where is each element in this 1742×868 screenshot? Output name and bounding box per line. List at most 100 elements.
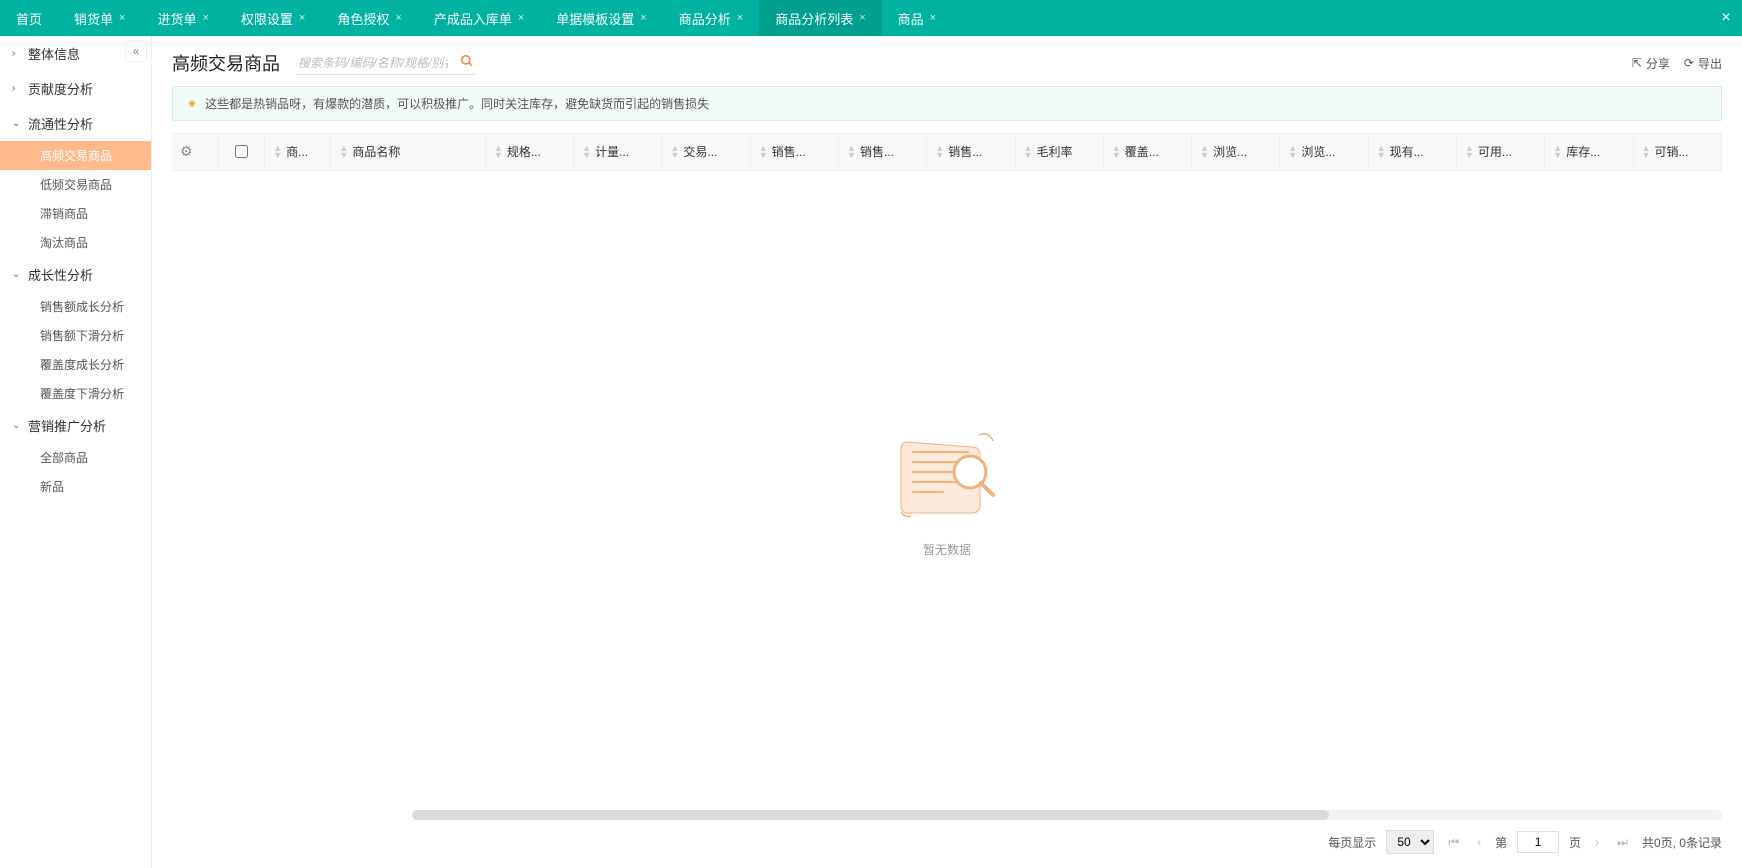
last-page-button[interactable]: ⏭ — [1613, 835, 1632, 850]
th-col[interactable]: ▲▼销售... — [927, 134, 1015, 170]
sidebar-item-coverage-growth[interactable]: 覆盖度成长分析 — [0, 350, 151, 379]
tab-purchase-order[interactable]: 进货单 × — [141, 0, 224, 36]
content-area: 高频交易商品 ⇱ 分享 ⟳ 导出 ✷ 这些都是热销品呀，有爆款的潜质， — [152, 36, 1742, 868]
sort-icon: ▲▼ — [1200, 145, 1209, 159]
sort-icon: ▲▼ — [1553, 145, 1562, 159]
close-icon[interactable]: × — [299, 12, 305, 24]
scrollbar-thumb[interactable] — [412, 810, 1329, 820]
th-label: 可用... — [1478, 143, 1512, 160]
select-all-checkbox[interactable] — [235, 145, 248, 158]
chevron-down-icon: ⌄ — [12, 269, 22, 280]
sort-icon: ▲▼ — [1377, 145, 1386, 159]
sort-icon: ▲▼ — [582, 145, 591, 159]
tab-product[interactable]: 商品 × — [882, 0, 952, 36]
tab-label: 首页 — [16, 9, 42, 28]
gear-icon[interactable]: ⚙ — [180, 143, 193, 160]
search-icon[interactable] — [460, 54, 474, 71]
close-icon[interactable]: × — [119, 12, 125, 24]
sidebar-group-contribution[interactable]: ›贡献度分析 — [0, 71, 151, 106]
th-label: 现有... — [1390, 143, 1424, 160]
th-label: 库存... — [1566, 143, 1600, 160]
th-label: 可销... — [1654, 143, 1688, 160]
next-page-button[interactable]: › — [1591, 835, 1603, 849]
th-settings: ⚙ — [172, 134, 218, 170]
th-col[interactable]: ▲▼浏览... — [1280, 134, 1368, 170]
pagination-bar: 每页显示 50 ⏮ ‹ 第 页 › ⏭ 共0页, 0条记录 — [152, 820, 1742, 868]
th-col[interactable]: ▲▼可用... — [1456, 134, 1544, 170]
th-col[interactable]: ▲▼毛利率 — [1015, 134, 1103, 170]
sidebar-item-high-freq[interactable]: 高频交易商品 — [0, 141, 151, 170]
sidebar-group-label: 贡献度分析 — [28, 79, 93, 98]
sidebar-item-slow-moving[interactable]: 滞销商品 — [0, 199, 151, 228]
th-col[interactable]: ▲▼商品名称 — [331, 134, 486, 170]
horizontal-scrollbar[interactable] — [412, 810, 1722, 820]
sidebar-item-sales-growth[interactable]: 销售额成长分析 — [0, 292, 151, 321]
sidebar-collapse-button[interactable]: « — [125, 40, 147, 62]
close-icon[interactable]: × — [518, 12, 524, 24]
close-icon[interactable]: × — [395, 12, 401, 24]
close-all-icon[interactable]: × — [1710, 0, 1742, 36]
th-col[interactable]: ▲▼ 覆盖... — [1103, 134, 1191, 170]
th-col[interactable]: ▲▼ 浏览... — [1192, 134, 1280, 170]
export-button[interactable]: ⟳ 导出 — [1684, 55, 1722, 72]
sidebar-item-obsolete[interactable]: 淘汰商品 — [0, 228, 151, 257]
tab-template-settings[interactable]: 单据模板设置× — [540, 0, 662, 36]
sort-icon: ▲▼ — [759, 145, 768, 159]
tab-product-analysis-list[interactable]: 商品分析列表 × — [759, 0, 881, 36]
sidebar-group-growth[interactable]: ⌄ 成长性分析 — [0, 257, 151, 292]
sidebar-item-low-freq[interactable]: 低频交易商品 — [0, 170, 151, 199]
th-col[interactable]: ▲▼计量... — [574, 134, 662, 170]
tab-finished-goods[interactable]: 产成品入库单× — [418, 0, 540, 36]
tab-sales-order[interactable]: 销货单× — [58, 0, 141, 36]
th-label: 销售... — [948, 143, 982, 160]
chevron-right-icon: › — [12, 48, 22, 59]
th-col[interactable]: ▲▼ 现有... — [1368, 134, 1456, 170]
top-tab-bar: 首页 销货单× 进货单 × 权限设置× 角色授权× 产成品入库单× 单据模板设置×… — [0, 0, 1742, 36]
tab-product-analysis[interactable]: 商品分析× — [663, 0, 759, 36]
tip-banner: ✷ 这些都是热销品呀，有爆款的潜质，可以积极推广。同时关注库存，避免缺货而引起的… — [172, 86, 1722, 121]
search-input[interactable] — [296, 52, 476, 75]
per-page-select[interactable]: 50 — [1386, 830, 1434, 854]
tab-role-auth[interactable]: 角色授权× — [321, 0, 417, 36]
th-col[interactable]: ▲▼可销... — [1633, 134, 1721, 170]
first-page-button[interactable]: ⏮ — [1444, 835, 1463, 850]
tab-label: 商品分析列表 — [775, 9, 853, 28]
sidebar-group-label: 成长性分析 — [28, 265, 93, 284]
th-label: 覆盖... — [1125, 143, 1159, 160]
tab-permission-settings[interactable]: 权限设置× — [225, 0, 321, 36]
export-label: 导出 — [1698, 55, 1722, 72]
sidebar-group-liquidity[interactable]: ⌄流通性分析 — [0, 106, 151, 141]
per-page-label: 每页显示 — [1328, 834, 1376, 851]
prev-page-button[interactable]: ‹ — [1473, 835, 1485, 849]
share-button[interactable]: ⇱ 分享 — [1632, 55, 1670, 72]
sidebar-item-new-products[interactable]: 新品 — [0, 472, 151, 501]
sidebar-group-marketing[interactable]: ⌄营销推广分析 — [0, 408, 151, 443]
sidebar-item-all-products[interactable]: 全部商品 — [0, 443, 151, 472]
th-col[interactable]: ▲▼规格... — [485, 134, 573, 170]
tab-label: 商品 — [898, 9, 924, 28]
sidebar-item-coverage-decline[interactable]: 覆盖度下滑分析 — [0, 379, 151, 408]
chevron-down-icon: ⌄ — [12, 420, 22, 431]
close-icon[interactable]: × — [737, 12, 743, 24]
th-col[interactable]: ▲▼销售... — [839, 134, 927, 170]
th-col[interactable]: ▲▼交易... — [662, 134, 750, 170]
sort-icon: ▲▼ — [847, 145, 856, 159]
th-col[interactable]: ▲▼ 库存... — [1545, 134, 1633, 170]
sort-icon: ▲▼ — [1112, 145, 1121, 159]
sidebar-item-sales-decline[interactable]: 销售额下滑分析 — [0, 321, 151, 350]
close-icon[interactable]: × — [640, 12, 646, 24]
close-icon[interactable]: × — [859, 12, 865, 24]
th-col[interactable]: ▲▼销售... — [750, 134, 838, 170]
sort-icon: ▲▼ — [339, 145, 348, 159]
th-col[interactable]: ▲▼商... — [265, 134, 331, 170]
empty-illustration-icon — [887, 417, 1007, 527]
page-number-input[interactable] — [1517, 831, 1559, 853]
empty-state: 暂无数据 — [152, 171, 1742, 805]
close-icon[interactable]: × — [202, 12, 208, 24]
sidebar-group-label: 整体信息 — [28, 44, 80, 63]
tab-label: 进货单 — [157, 9, 196, 28]
chevron-down-icon: ⌄ — [12, 118, 22, 129]
close-icon[interactable]: × — [930, 12, 936, 24]
tab-home[interactable]: 首页 — [0, 0, 58, 36]
th-label: 浏览... — [1213, 143, 1247, 160]
